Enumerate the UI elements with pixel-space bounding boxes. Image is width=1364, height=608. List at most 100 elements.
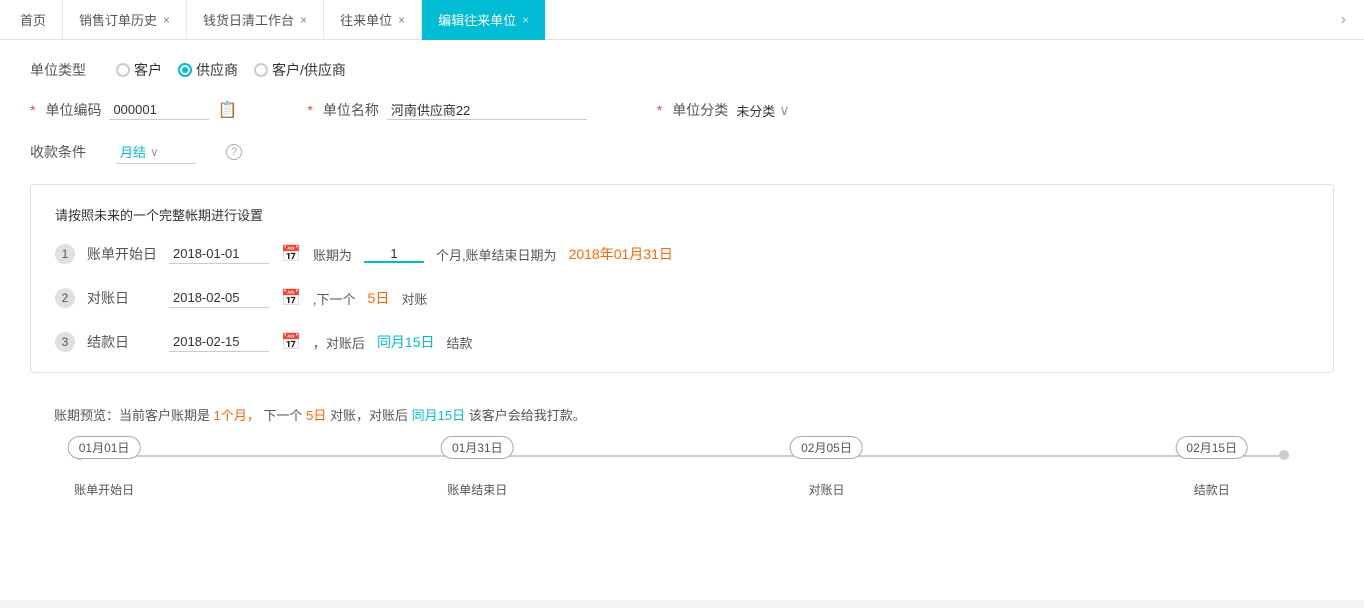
step-3-calendar-icon[interactable]: 📅 <box>281 332 301 352</box>
timeline-node-3: 02月15日 结款日 <box>1175 436 1248 498</box>
step-1-period-unit: 个月,账单结束日期为 <box>436 245 557 264</box>
preview-section: 账期预览：当前客户账期是 1个月， 下一个 5日 对账，对账后 同月15日 该客… <box>30 389 1334 440</box>
tab-edit-partner-unit[interactable]: 编辑往来单位 × <box>422 0 546 40</box>
unit-code-copy-icon[interactable]: 📋 <box>217 100 237 120</box>
timeline-section: 01月01日 账单开始日 01月31日 账单结束日 02月05日 对账日 02月… <box>30 440 1334 550</box>
preview-highlight2: 5日 <box>306 408 326 423</box>
timeline-badge-2: 02月05日 <box>790 436 863 459</box>
step-2-desc-prefix: ,下一个 <box>313 289 356 308</box>
payment-terms-dropdown[interactable]: 月结 ∨ <box>116 140 196 164</box>
radio-customer-circle <box>116 63 130 77</box>
unit-name-field: * 单位名称 <box>307 100 586 120</box>
step-1-period-input[interactable] <box>364 246 424 263</box>
card-title: 请按照未来的一个完整帐期进行设置 <box>55 205 1309 224</box>
unit-type-row: 单位类型 客户 供应商 客户/供应商 <box>30 60 1334 80</box>
tab-sales-order-history[interactable]: 销售订单历史 × <box>63 0 187 40</box>
timeline-label-1: 账单结束日 <box>447 481 507 498</box>
step-2-date-input[interactable] <box>169 288 269 308</box>
step-3-row: 3 结款日 📅 ，对账后同月15日结款 <box>55 332 1309 352</box>
timeline-end-dot <box>1279 450 1289 460</box>
unit-code-input[interactable] <box>109 100 209 120</box>
timeline-label-2: 对账日 <box>808 481 844 498</box>
unit-name-star: * <box>307 102 312 118</box>
tab-edit-partner-unit-label: 编辑往来单位 <box>438 10 516 29</box>
timeline-wrapper: 01月01日 账单开始日 01月31日 账单结束日 02月05日 对账日 02月… <box>80 450 1284 530</box>
tab-cash-daily[interactable]: 钱货日清工作台 × <box>187 0 324 40</box>
step-2-label: 对账日 <box>87 288 157 308</box>
preview-highlight1: 1个月， <box>214 408 260 423</box>
main-content: 单位类型 客户 供应商 客户/供应商 * 单位编码 📋 * 单位名称 <box>0 40 1364 600</box>
unit-details-row: * 单位编码 📋 * 单位名称 * 单位分类 未分类 ∨ <box>30 100 1334 120</box>
step-1-calendar-icon[interactable]: 📅 <box>281 244 301 264</box>
payment-terms-help-icon[interactable]: ? <box>226 144 242 160</box>
radio-supplier-label: 供应商 <box>196 60 238 80</box>
timeline-node-0: 01月01日 账单开始日 <box>68 436 141 498</box>
unit-name-input[interactable] <box>387 100 587 120</box>
preview-highlight3: 同月15日 <box>412 408 465 423</box>
tab-cash-daily-label: 钱货日清工作台 <box>203 10 294 29</box>
unit-category-value: 未分类 <box>736 101 775 120</box>
step-1-row: 1 账单开始日 📅 账期为 个月,账单结束日期为 2018年01月31日 <box>55 244 1309 264</box>
unit-code-field: * 单位编码 📋 <box>30 100 237 120</box>
unit-type-label: 单位类型 <box>30 60 86 80</box>
step-2-calendar-icon[interactable]: 📅 <box>281 288 301 308</box>
preview-suffix: 该客户会给我打款。 <box>469 408 586 423</box>
unit-code-label: 单位编码 <box>45 100 101 120</box>
tabs-bar: 首页 销售订单历史 × 钱货日清工作台 × 往来单位 × 编辑往来单位 × › <box>0 0 1364 40</box>
timeline-label-3: 结款日 <box>1194 481 1230 498</box>
step-3-num: 3 <box>55 332 75 352</box>
timeline-node-2: 02月05日 对账日 <box>790 436 863 498</box>
step-3-desc-prefix: ，对账后 <box>313 333 365 352</box>
tab-sales-order-history-label: 销售订单历史 <box>79 10 157 29</box>
radio-supplier-circle <box>178 63 192 77</box>
step-2-desc-suffix: 对账 <box>401 289 427 308</box>
radio-both[interactable]: 客户/供应商 <box>254 60 346 80</box>
unit-name-label: 单位名称 <box>323 100 379 120</box>
period-settings-card: 请按照未来的一个完整帐期进行设置 1 账单开始日 📅 账期为 个月,账单结束日期… <box>30 184 1334 373</box>
unit-code-star: * <box>30 102 35 118</box>
radio-both-label: 客户/供应商 <box>272 60 346 80</box>
tab-sales-order-history-close[interactable]: × <box>163 13 170 27</box>
payment-terms-value: 月结 <box>120 142 146 161</box>
radio-customer[interactable]: 客户 <box>116 60 162 80</box>
tabs-scroll-right-icon[interactable]: › <box>1333 11 1354 29</box>
tab-edit-partner-unit-close[interactable]: × <box>522 13 529 27</box>
step-2-row: 2 对账日 📅 ,下一个5日对账 <box>55 288 1309 308</box>
timeline-badge-0: 01月01日 <box>68 436 141 459</box>
radio-supplier[interactable]: 供应商 <box>178 60 238 80</box>
step-1-period-label: 账期为 <box>313 245 352 264</box>
step-1-period-end: 2018年01月31日 <box>569 244 673 264</box>
tab-cash-daily-close[interactable]: × <box>300 13 307 27</box>
step-1-date-input[interactable] <box>169 244 269 264</box>
timeline-label-0: 账单开始日 <box>74 481 134 498</box>
preview-mid2: 对账，对账后 <box>330 408 408 423</box>
timeline-badge-3: 02月15日 <box>1175 436 1248 459</box>
unit-category-field: * 单位分类 未分类 ∨ <box>657 100 790 120</box>
radio-customer-label: 客户 <box>134 60 162 80</box>
preview-prefix: 账期预览：当前客户账期是 <box>54 408 210 423</box>
radio-both-circle <box>254 63 268 77</box>
unit-category-label: 单位分类 <box>672 100 728 120</box>
tab-partner-unit-close[interactable]: × <box>398 13 405 27</box>
payment-terms-row: 收款条件 月结 ∨ ? <box>30 140 1334 164</box>
unit-type-radio-group: 客户 供应商 客户/供应商 <box>116 60 346 80</box>
step-2-num: 2 <box>55 288 75 308</box>
unit-category-arrow-icon: ∨ <box>779 102 789 119</box>
preview-mid1: 下一个 <box>264 408 303 423</box>
step-3-label: 结款日 <box>87 332 157 352</box>
tab-home-label: 首页 <box>20 10 46 29</box>
timeline-line <box>80 455 1284 457</box>
unit-category-dropdown[interactable]: 未分类 ∨ <box>736 101 789 120</box>
step-3-desc-suffix: 结款 <box>447 333 473 352</box>
timeline-badge-1: 01月31日 <box>441 436 514 459</box>
tab-home[interactable]: 首页 <box>10 0 63 40</box>
step-3-desc-highlight: 同月15日 <box>377 332 435 352</box>
timeline-node-1: 01月31日 账单结束日 <box>441 436 514 498</box>
step-3-date-input[interactable] <box>169 332 269 352</box>
tab-partner-unit[interactable]: 往来单位 × <box>324 0 422 40</box>
step-1-num: 1 <box>55 244 75 264</box>
payment-terms-label: 收款条件 <box>30 142 86 162</box>
tab-partner-unit-label: 往来单位 <box>340 10 392 29</box>
step-1-label: 账单开始日 <box>87 244 157 264</box>
payment-terms-arrow-icon: ∨ <box>150 145 159 159</box>
